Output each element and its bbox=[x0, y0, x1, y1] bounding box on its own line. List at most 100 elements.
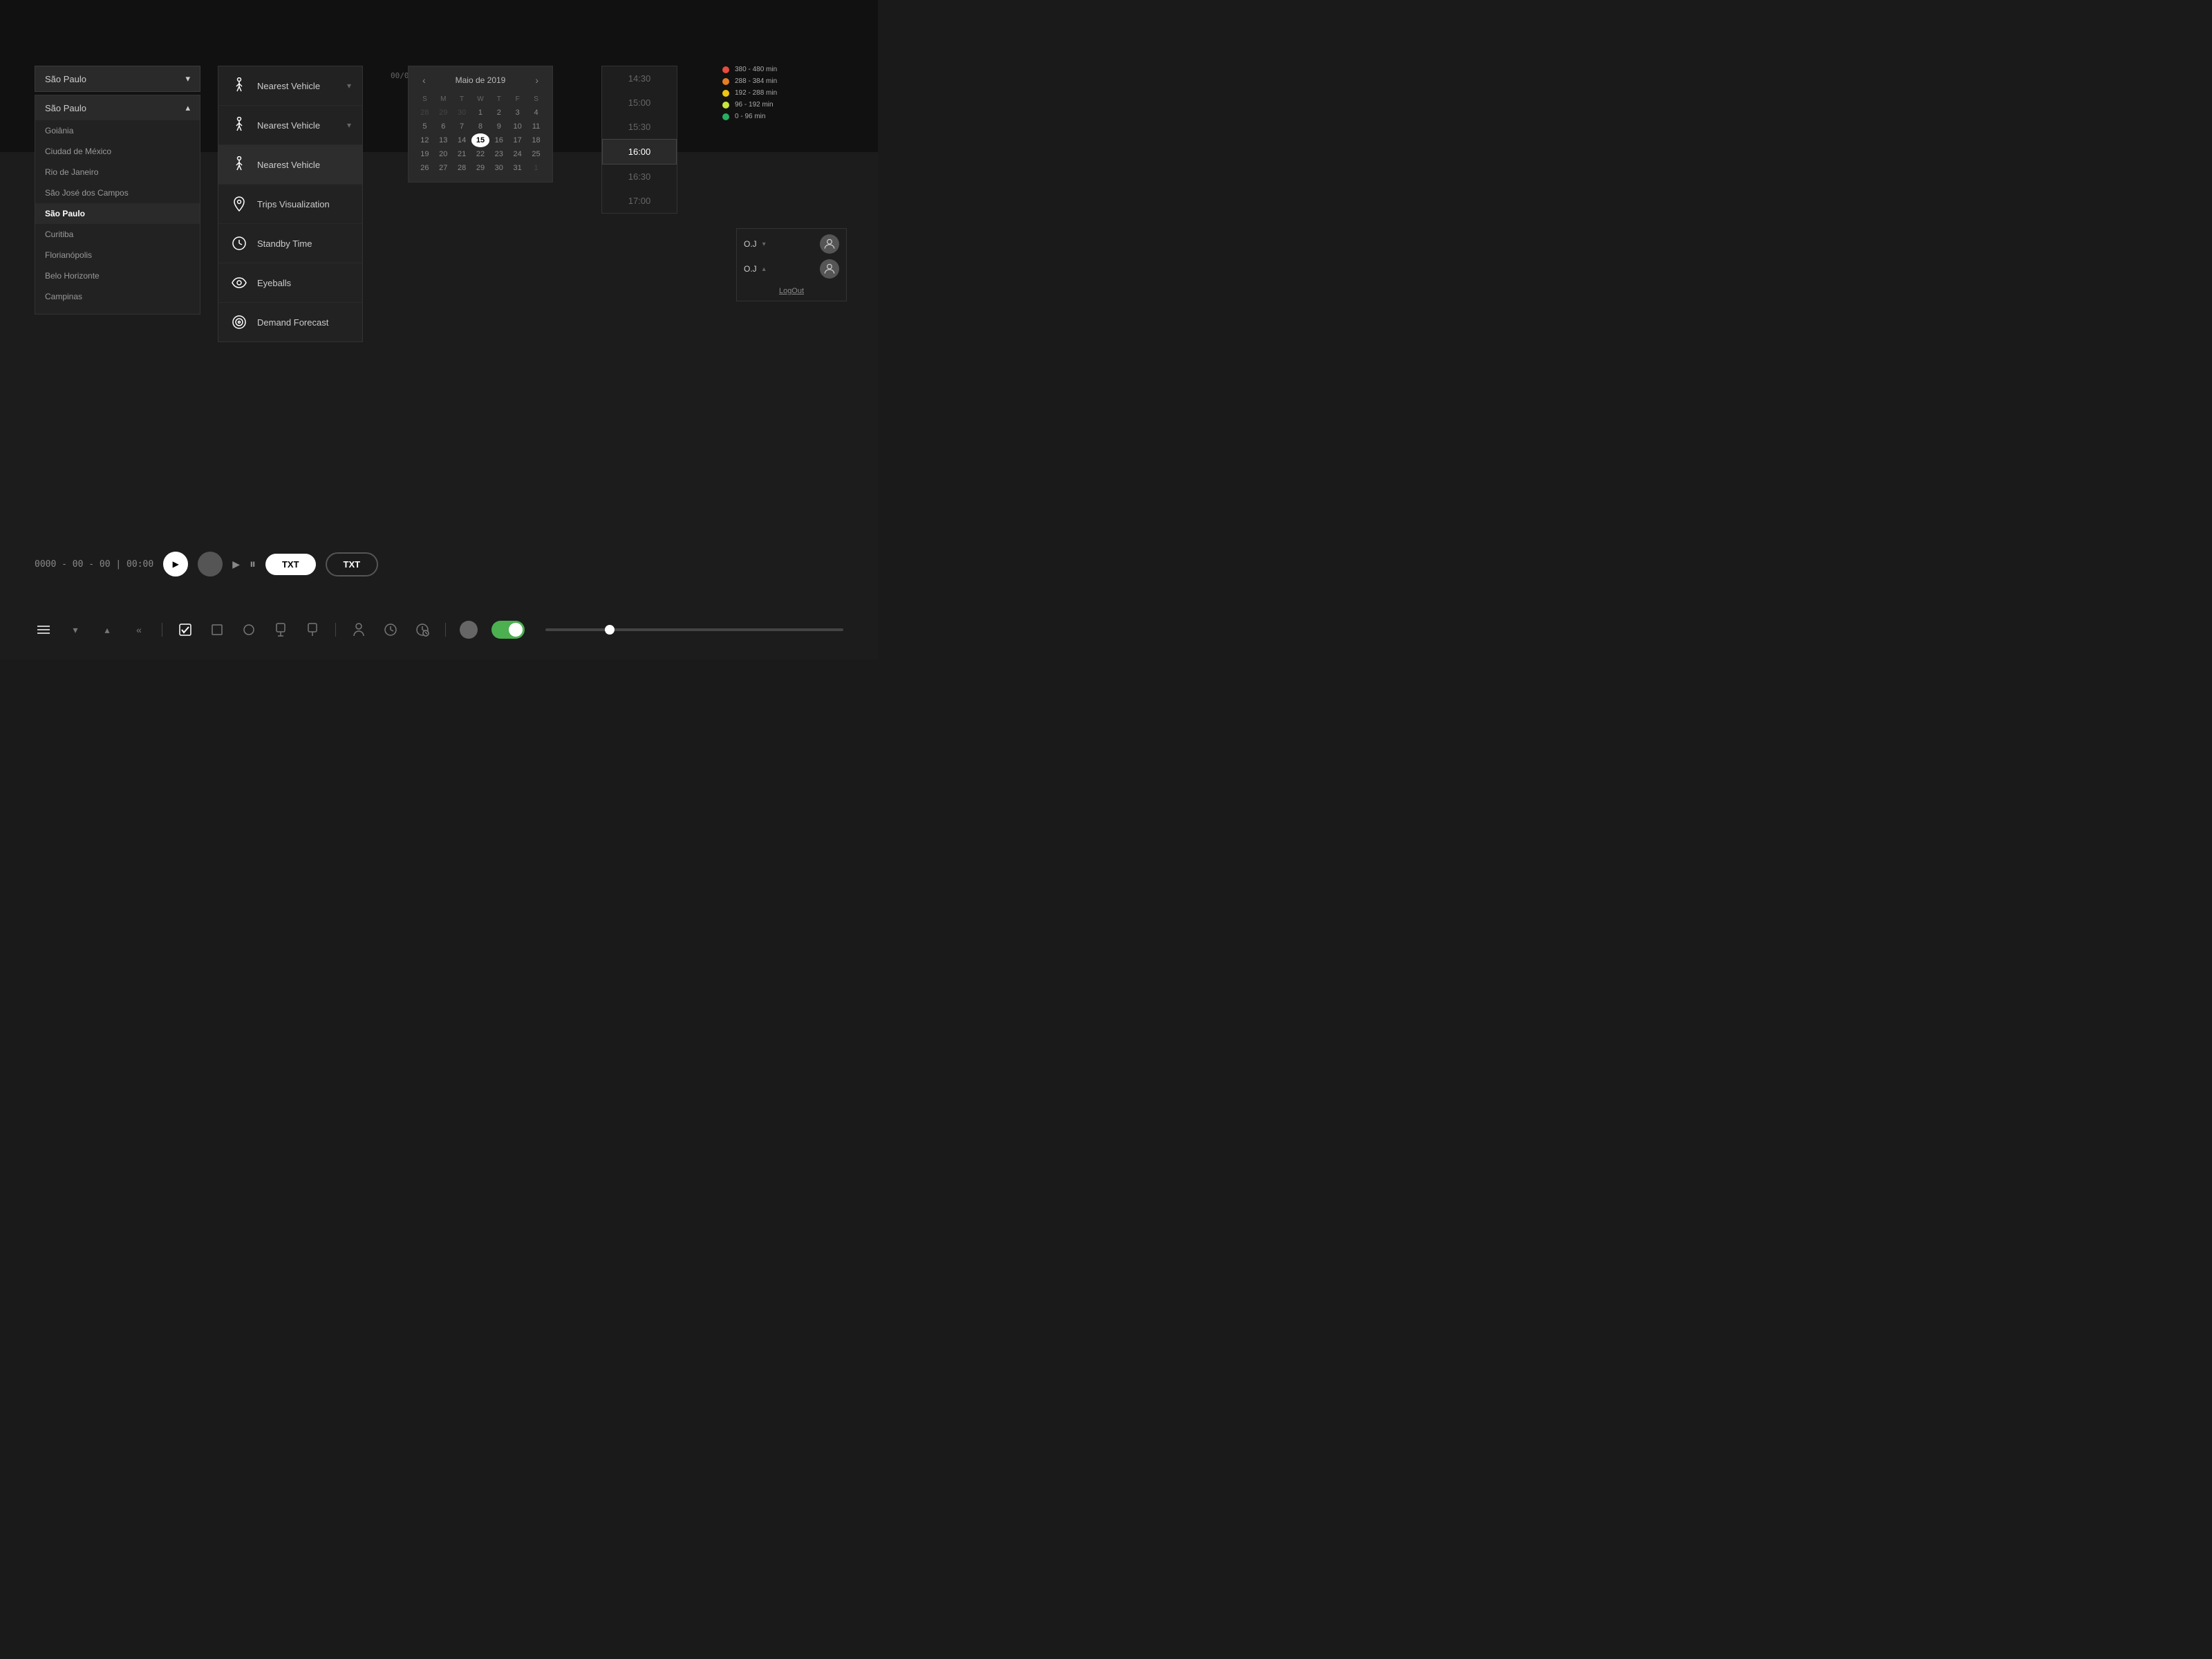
chevron-down-user-icon[interactable]: ▾ bbox=[762, 241, 766, 248]
location-pin-icon bbox=[229, 194, 249, 214]
time-scroll-item[interactable]: 16:00 bbox=[602, 139, 677, 165]
user-name-1: O.J bbox=[744, 239, 757, 249]
pin-right-icon[interactable] bbox=[303, 621, 321, 639]
play-button-main[interactable]: ▶ bbox=[163, 552, 188, 577]
city-list-item[interactable]: Recife bbox=[35, 307, 200, 314]
calendar-day[interactable]: 10 bbox=[508, 120, 527, 133]
calendar-day[interactable]: 28 bbox=[415, 106, 434, 120]
calendar-day[interactable]: 22 bbox=[471, 147, 490, 161]
legend-color-dot bbox=[722, 102, 729, 109]
play-button-small[interactable]: ▶ bbox=[232, 559, 240, 570]
calendar-day[interactable]: 21 bbox=[453, 147, 471, 161]
menu-item-label-eyeballs: Eyeballs bbox=[257, 278, 291, 288]
circle-button[interactable] bbox=[198, 552, 223, 577]
square-icon[interactable] bbox=[208, 621, 226, 639]
menu-item-nearest-vehicle-2[interactable]: Nearest Vehicle▾ bbox=[218, 106, 362, 145]
calendar-day[interactable]: 20 bbox=[434, 147, 453, 161]
calendar-day[interactable]: 17 bbox=[508, 133, 527, 147]
calendar-day[interactable]: 25 bbox=[527, 147, 545, 161]
calendar-day[interactable]: 4 bbox=[527, 106, 545, 120]
menu-item-label-nearest-vehicle-2: Nearest Vehicle bbox=[257, 120, 320, 131]
city-list-item[interactable]: Ciudad de México bbox=[35, 141, 200, 162]
menu-item-eyeballs[interactable]: Eyeballs bbox=[218, 263, 362, 303]
city-list-item[interactable]: Belo Horizonte bbox=[35, 265, 200, 286]
location-clock-icon[interactable] bbox=[413, 621, 431, 639]
city-list-item[interactable]: Rio de Janeiro bbox=[35, 162, 200, 182]
slider-range[interactable] bbox=[545, 628, 843, 631]
city-list-item[interactable]: Goiânia bbox=[35, 120, 200, 141]
menu-item-demand-forecast[interactable]: Demand Forecast bbox=[218, 303, 362, 341]
calendar-day[interactable]: 5 bbox=[415, 120, 434, 133]
city-list-item[interactable]: Florianópolis bbox=[35, 245, 200, 265]
calendar-day[interactable]: 26 bbox=[415, 161, 434, 175]
calendar-day[interactable]: 3 bbox=[508, 106, 527, 120]
time-scroll-item[interactable]: 15:00 bbox=[602, 91, 677, 115]
calendar-prev-button[interactable]: ‹ bbox=[418, 73, 430, 87]
calendar-day[interactable]: 28 bbox=[453, 161, 471, 175]
calendar-day[interactable]: 1 bbox=[527, 161, 545, 175]
calendar-day[interactable]: 12 bbox=[415, 133, 434, 147]
time-scroll-item[interactable]: 14:30 bbox=[602, 66, 677, 91]
city-list-item[interactable]: Campinas bbox=[35, 286, 200, 307]
city-list-header[interactable]: São Paulo ▴ bbox=[35, 95, 200, 120]
chevron-down-toolbar-icon[interactable]: ▾ bbox=[66, 621, 84, 639]
logout-button[interactable]: LogOut bbox=[744, 284, 839, 295]
time-scroll-item[interactable]: 16:30 bbox=[602, 165, 677, 189]
pause-button[interactable]: ⏸ bbox=[250, 557, 256, 572]
slider-thumb bbox=[605, 625, 615, 635]
city-list-item[interactable]: São Paulo bbox=[35, 203, 200, 224]
calendar-day[interactable]: 29 bbox=[471, 161, 490, 175]
txt-button-1[interactable]: TXT bbox=[265, 554, 316, 575]
double-left-icon[interactable]: « bbox=[130, 621, 148, 639]
legend-color-dot bbox=[722, 90, 729, 97]
calendar-day[interactable]: 31 bbox=[508, 161, 527, 175]
menu-item-trips-visualization[interactable]: Trips Visualization bbox=[218, 185, 362, 224]
calendar-day[interactable]: 1 bbox=[471, 106, 490, 120]
calendar-day[interactable]: 7 bbox=[453, 120, 471, 133]
calendar-widget: ‹ Maio de 2019 › SMTWTFS2829301234567891… bbox=[408, 66, 553, 182]
chevron-up-user-icon[interactable]: ▴ bbox=[762, 265, 766, 273]
calendar-day[interactable]: 8 bbox=[471, 120, 490, 133]
calendar-day[interactable]: 9 bbox=[489, 120, 508, 133]
calendar-day[interactable]: 27 bbox=[434, 161, 453, 175]
calendar-day[interactable]: 23 bbox=[489, 147, 508, 161]
time-scroll-item[interactable]: 15:30 bbox=[602, 115, 677, 139]
clock-toolbar-icon[interactable] bbox=[382, 621, 400, 639]
user-row-1: O.J ▾ bbox=[744, 234, 839, 254]
user-panel: O.J ▾ O.J ▴ LogOut bbox=[736, 228, 847, 301]
pin-left-icon[interactable] bbox=[272, 621, 290, 639]
calendar-next-button[interactable]: › bbox=[531, 73, 543, 87]
calendar-day[interactable]: 30 bbox=[453, 106, 471, 120]
circle-toolbar-icon[interactable] bbox=[240, 621, 258, 639]
calendar-day[interactable]: 19 bbox=[415, 147, 434, 161]
calendar-day[interactable]: 16 bbox=[489, 133, 508, 147]
calendar-day[interactable]: 2 bbox=[489, 106, 508, 120]
chevron-up-toolbar-icon[interactable]: ▴ bbox=[98, 621, 116, 639]
menu-item-nearest-vehicle-3[interactable]: Nearest Vehicle bbox=[218, 145, 362, 185]
calendar-weekday: W bbox=[471, 93, 490, 106]
calendar-day[interactable]: 24 bbox=[508, 147, 527, 161]
chevron-up-icon: ▴ bbox=[185, 102, 190, 113]
city-list-item[interactable]: São José dos Campos bbox=[35, 182, 200, 203]
calendar-day[interactable]: 14 bbox=[453, 133, 471, 147]
city-dropdown-top[interactable]: São Paulo ▾ bbox=[35, 66, 200, 92]
calendar-day[interactable]: 18 bbox=[527, 133, 545, 147]
menu-item-nearest-vehicle-1[interactable]: Nearest Vehicle▾ bbox=[218, 66, 362, 106]
calendar-day[interactable]: 13 bbox=[434, 133, 453, 147]
calendar-day[interactable]: 30 bbox=[489, 161, 508, 175]
city-list-item[interactable]: Curitiba bbox=[35, 224, 200, 245]
time-scroll-item[interactable]: 17:00 bbox=[602, 189, 677, 213]
calendar-day[interactable]: 15 bbox=[471, 133, 490, 147]
calendar-day[interactable]: 29 bbox=[434, 106, 453, 120]
txt-button-2[interactable]: TXT bbox=[326, 552, 379, 577]
person-toolbar-icon[interactable] bbox=[350, 621, 368, 639]
user-info-2: O.J ▴ bbox=[744, 264, 766, 274]
menu-item-standby-time[interactable]: Standby Time bbox=[218, 224, 362, 263]
checkbox-icon[interactable] bbox=[176, 621, 194, 639]
calendar-day[interactable]: 11 bbox=[527, 120, 545, 133]
calendar-day[interactable]: 6 bbox=[434, 120, 453, 133]
green-toggle[interactable] bbox=[491, 621, 525, 639]
hamburger-menu-icon[interactable] bbox=[35, 621, 53, 639]
gray-circle-toggle[interactable] bbox=[460, 621, 478, 639]
legend-item: 96 - 192 min bbox=[722, 101, 819, 109]
